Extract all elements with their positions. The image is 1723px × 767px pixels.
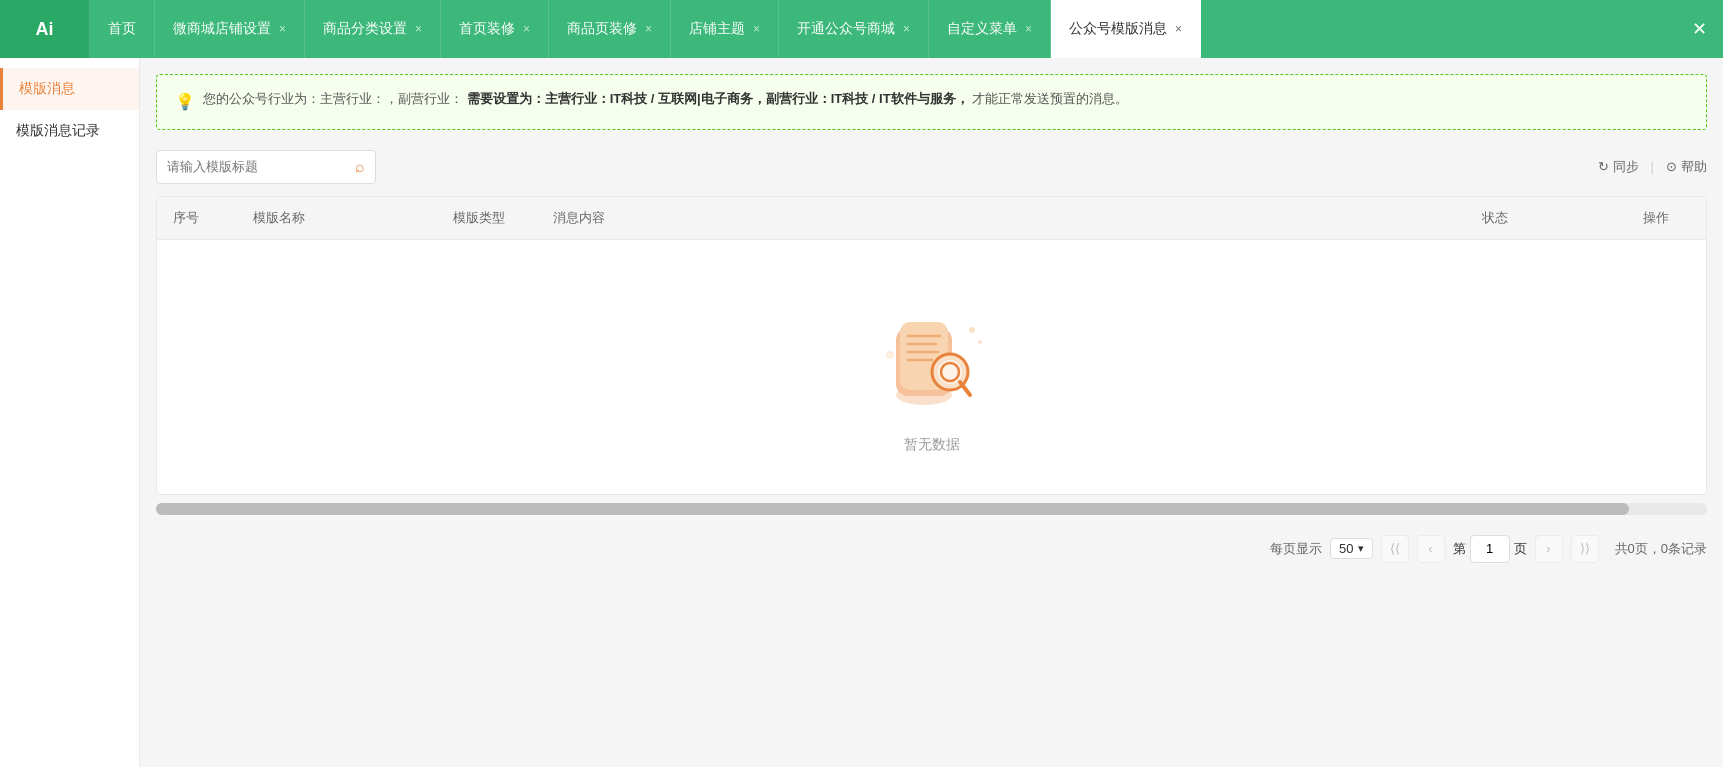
divider: | <box>1651 159 1654 174</box>
tab-close-home-decor[interactable]: × <box>523 22 530 36</box>
tab-shop-theme[interactable]: 店铺主题× <box>671 0 779 58</box>
tabs-container: 首页微商城店铺设置×商品分类设置×首页装修×商品页装修×店铺主题×开通公众号商城… <box>90 0 1676 58</box>
chevron-down-icon: ▾ <box>1358 542 1364 555</box>
last-page-button[interactable]: ⟩⟩ <box>1571 535 1599 563</box>
prev-page-button[interactable]: ‹ <box>1417 535 1445 563</box>
sync-button[interactable]: ↻ 同步 <box>1598 158 1639 176</box>
app-logo: Ai <box>0 0 90 58</box>
tab-close-product-decor[interactable]: × <box>645 22 652 36</box>
col-header-status: 状态 <box>1466 197 1606 239</box>
tab-product-decor[interactable]: 商品页装修× <box>549 0 671 58</box>
svg-point-12 <box>978 340 982 344</box>
page-suffix: 页 <box>1514 540 1527 558</box>
tab-close-shop-theme[interactable]: × <box>753 22 760 36</box>
first-page-button[interactable]: ⟨⟨ <box>1381 535 1409 563</box>
pagination: 每页显示 50 ▾ ⟨⟨ ‹ 第 页 › ⟩⟩ 共0页，0条记录 <box>156 523 1707 567</box>
col-header-name: 模版名称 <box>237 197 437 239</box>
main-layout: 模版消息模版消息记录 💡 您的公众号行业为：主营行业：，副营行业： 需要设置为：… <box>0 58 1723 767</box>
svg-point-13 <box>886 351 894 359</box>
help-icon: ⊙ <box>1666 159 1677 174</box>
page-input-wrap: 第 页 <box>1453 535 1527 563</box>
sync-icon: ↻ <box>1598 159 1609 174</box>
search-input-wrap: ⌕ <box>156 150 376 184</box>
empty-text: 暂无数据 <box>904 436 960 454</box>
tab-template-msg[interactable]: 公众号模版消息× <box>1051 0 1201 58</box>
empty-illustration <box>872 300 992 420</box>
notice-icon: 💡 <box>175 89 195 115</box>
search-input[interactable] <box>167 159 349 174</box>
tab-home-decor[interactable]: 首页装修× <box>441 0 549 58</box>
next-page-button[interactable]: › <box>1535 535 1563 563</box>
sidebar: 模版消息模版消息记录 <box>0 58 140 767</box>
help-button[interactable]: ⊙ 帮助 <box>1666 158 1707 176</box>
search-button[interactable]: ⌕ <box>355 158 365 176</box>
col-header-seq: 序号 <box>157 197 237 239</box>
col-header-type: 模版类型 <box>437 197 537 239</box>
scrollbar-area[interactable] <box>156 503 1707 515</box>
tab-open-mall[interactable]: 开通公众号商城× <box>779 0 929 58</box>
notice-text: 您的公众号行业为：主营行业：，副营行业： 需要设置为：主营行业：IT科技 / 互… <box>203 89 1128 110</box>
tab-close-open-mall[interactable]: × <box>903 22 910 36</box>
tab-bar: Ai 首页微商城店铺设置×商品分类设置×首页装修×商品页装修×店铺主题×开通公众… <box>0 0 1723 58</box>
total-text: 共0页，0条记录 <box>1615 540 1707 558</box>
page-size-label: 每页显示 <box>1270 540 1322 558</box>
toolbar-right: ↻ 同步 | ⊙ 帮助 <box>1598 158 1707 176</box>
tab-category-settings[interactable]: 商品分类设置× <box>305 0 441 58</box>
tab-home[interactable]: 首页 <box>90 0 155 58</box>
tab-custom-menu[interactable]: 自定义菜单× <box>929 0 1051 58</box>
search-bar: ⌕ ↻ 同步 | ⊙ 帮助 <box>156 150 1707 184</box>
page-size-select[interactable]: 50 ▾ <box>1330 538 1372 559</box>
col-header-action: 操作 <box>1606 197 1706 239</box>
tab-close-shop-settings[interactable]: × <box>279 22 286 36</box>
close-all-button[interactable]: ✕ <box>1676 0 1723 58</box>
sidebar-item-template-msg[interactable]: 模版消息 <box>0 68 139 110</box>
table: 序号 模版名称 模版类型 消息内容 状态 操作 <box>156 196 1707 495</box>
tab-close-template-msg[interactable]: × <box>1175 22 1182 36</box>
tab-close-custom-menu[interactable]: × <box>1025 22 1032 36</box>
page-input[interactable] <box>1470 535 1510 563</box>
tab-shop-settings[interactable]: 微商城店铺设置× <box>155 0 305 58</box>
svg-point-11 <box>969 327 975 333</box>
notice-box: 💡 您的公众号行业为：主营行业：，副营行业： 需要设置为：主营行业：IT科技 /… <box>156 74 1707 130</box>
tab-close-category-settings[interactable]: × <box>415 22 422 36</box>
col-header-content: 消息内容 <box>537 197 1466 239</box>
scrollbar-thumb[interactable] <box>156 503 1629 515</box>
sidebar-items: 模版消息模版消息记录 <box>0 68 139 152</box>
main-content: 💡 您的公众号行业为：主营行业：，副营行业： 需要设置为：主营行业：IT科技 /… <box>140 58 1723 767</box>
table-header: 序号 模版名称 模版类型 消息内容 状态 操作 <box>157 197 1706 240</box>
sidebar-item-template-msg-record[interactable]: 模版消息记录 <box>0 110 139 152</box>
page-label: 第 <box>1453 540 1466 558</box>
empty-state: 暂无数据 <box>157 240 1706 494</box>
